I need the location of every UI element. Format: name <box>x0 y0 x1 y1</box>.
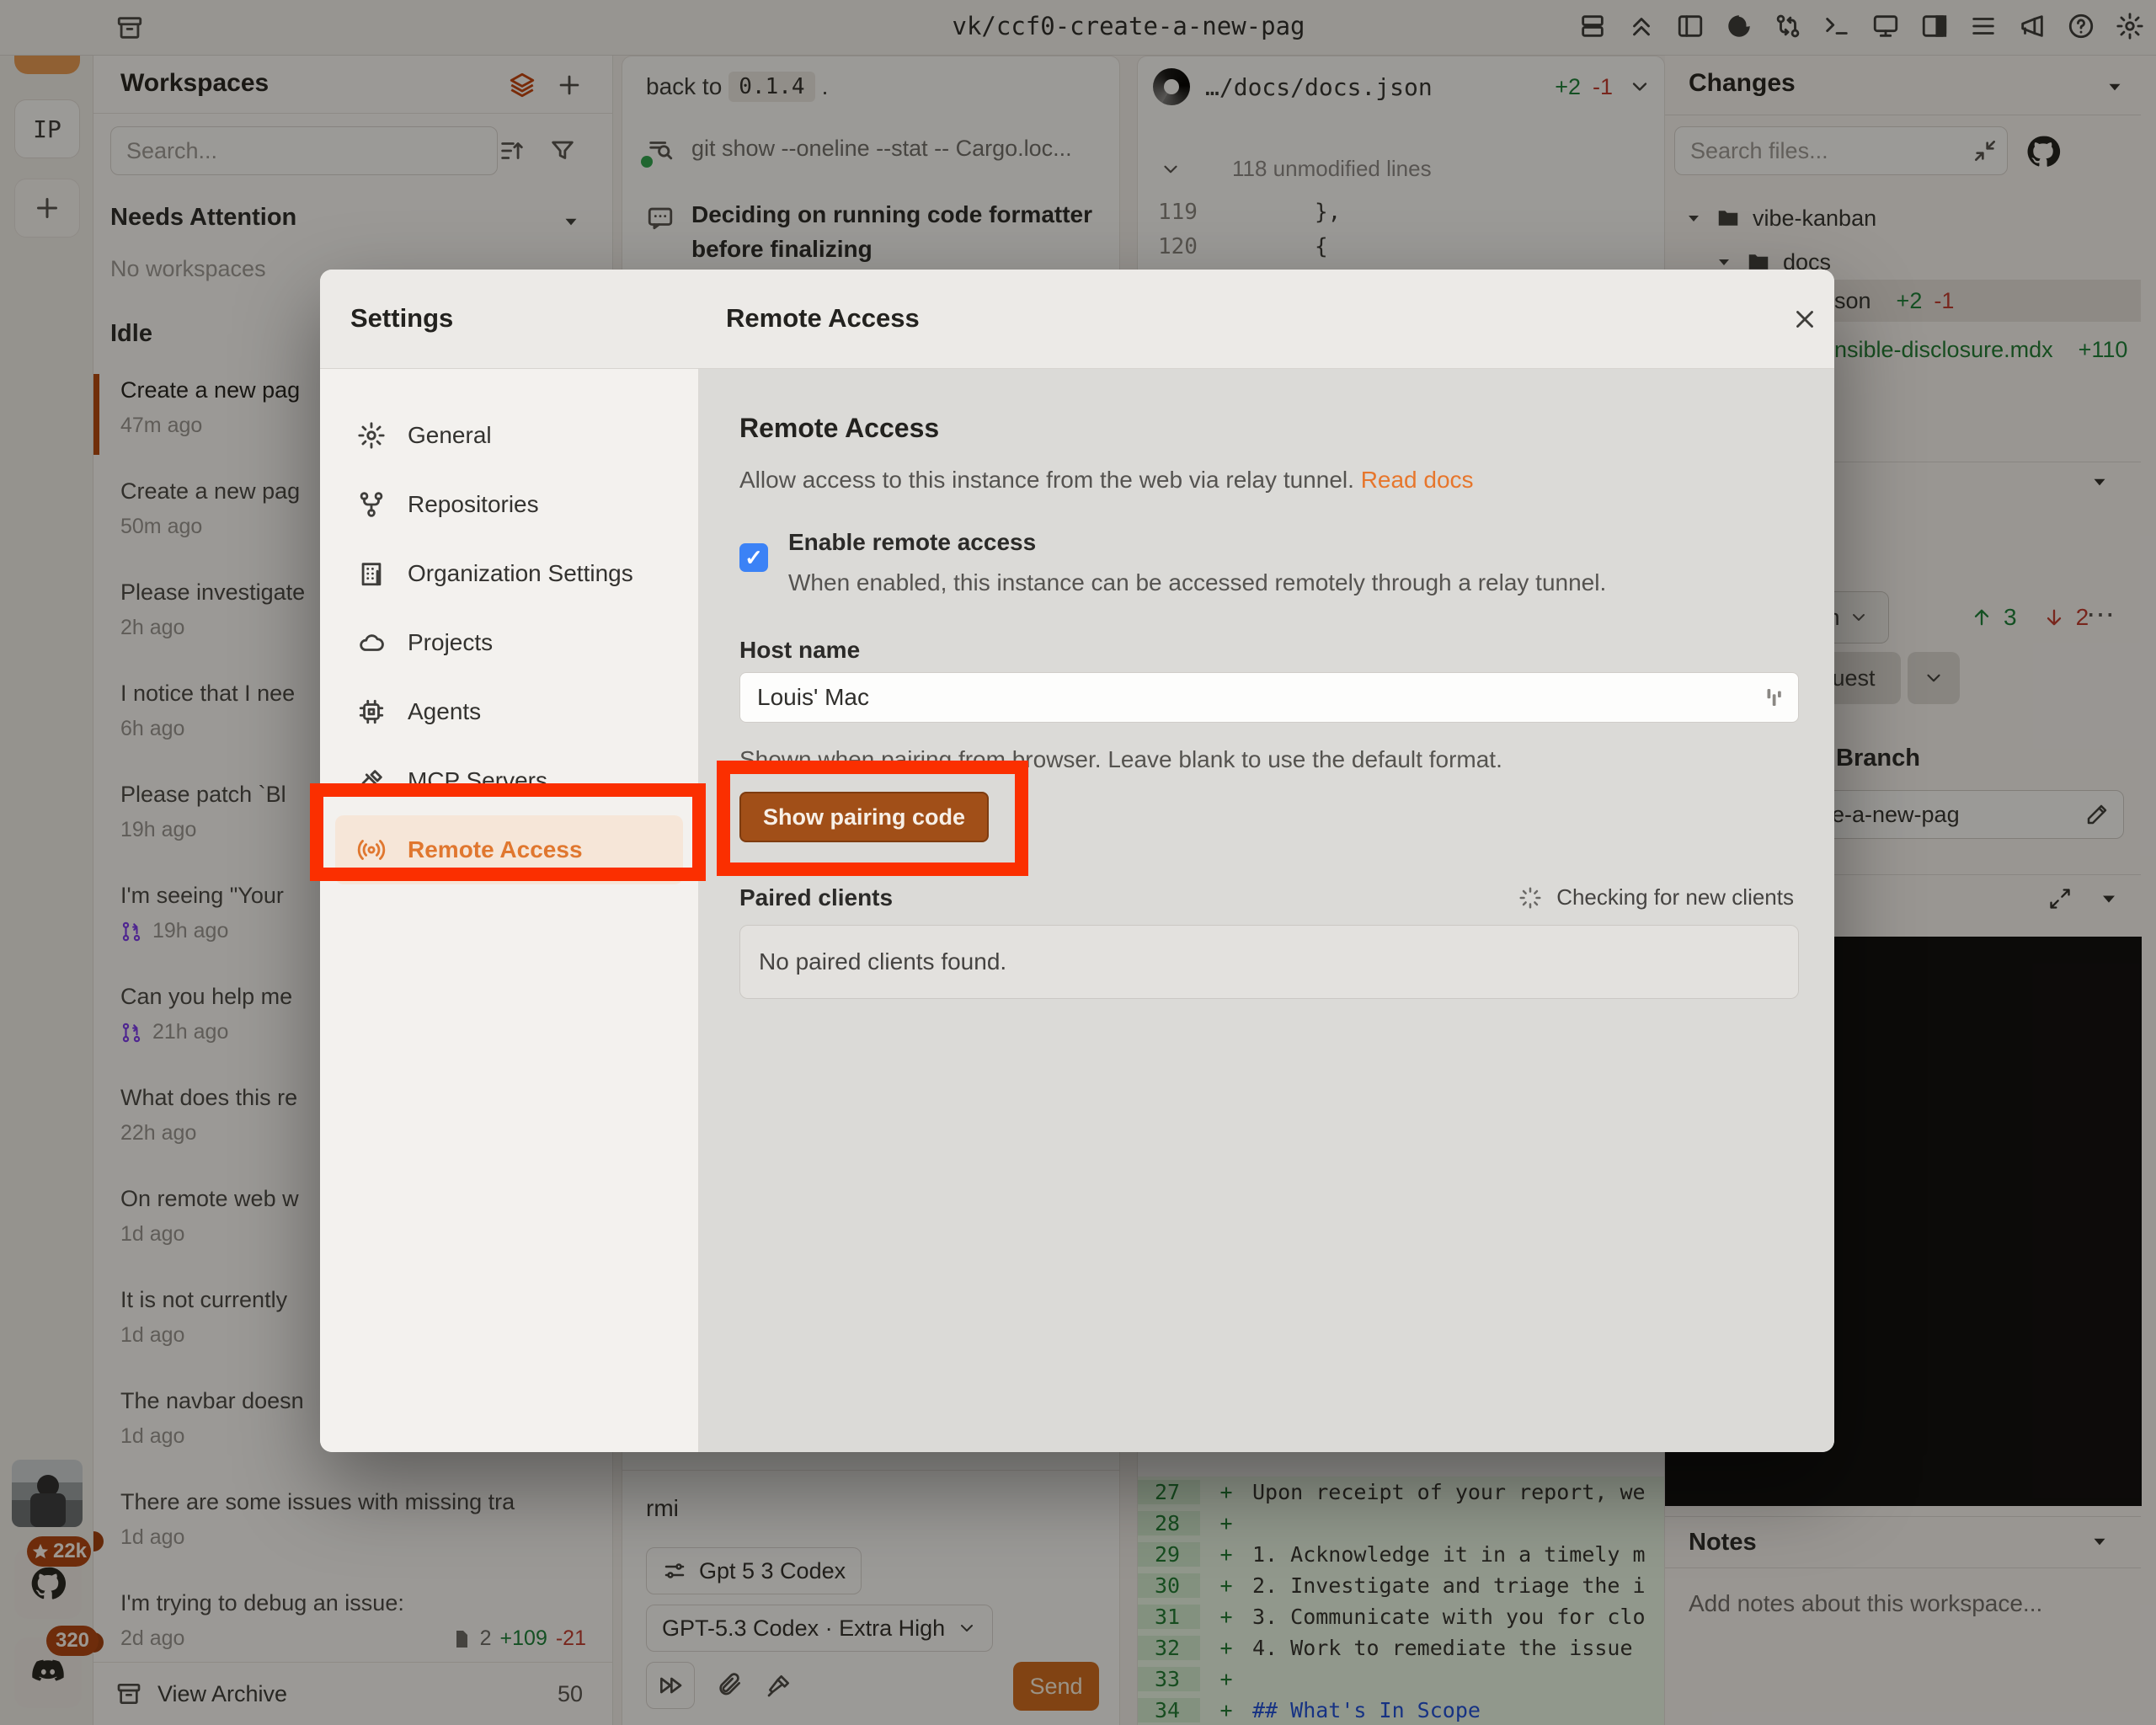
settings-title: Settings <box>350 303 453 334</box>
nav-item-label: Agents <box>408 698 481 725</box>
nav-item-icon <box>357 490 386 519</box>
section-title: Remote Access <box>739 413 939 444</box>
enable-remote-sub: When enabled, this instance can be acces… <box>788 569 1606 596</box>
host-name-field[interactable] <box>739 672 1799 723</box>
nav-item-label: Organization Settings <box>408 560 633 587</box>
section-description: Allow access to this instance from the w… <box>739 467 1474 494</box>
host-name-label: Host name <box>739 637 860 664</box>
nav-item-label: General <box>408 422 492 449</box>
annotation-remote-access <box>310 783 706 881</box>
nav-item-icon <box>357 628 386 657</box>
modal-title: Remote Access <box>726 303 920 334</box>
nav-item-icon <box>357 559 386 588</box>
remote-access-pane: Remote Access Allow access to this insta… <box>699 369 1834 1452</box>
settings-nav: General Repositories Organization Settin… <box>320 369 699 1452</box>
host-name-input[interactable] <box>740 673 1714 722</box>
app-root: vk/ccf0-create-a-new-pag IP 22k 320 Work… <box>0 0 2156 1725</box>
paired-clients-title: Paired clients <box>739 884 893 911</box>
read-docs-link[interactable]: Read docs <box>1361 467 1474 493</box>
nav-item-icon <box>357 697 386 726</box>
enable-remote-checkbox[interactable]: ✓ <box>739 543 768 572</box>
spinner-icon <box>1518 885 1543 911</box>
settings-nav-item[interactable]: General <box>335 401 683 470</box>
settings-nav-item[interactable]: Projects <box>335 608 683 677</box>
modal-header: Settings Remote Access <box>320 270 1834 369</box>
close-icon[interactable] <box>1790 305 1819 334</box>
nav-item-icon <box>357 421 386 450</box>
nav-item-label: Repositories <box>408 491 539 518</box>
paired-clients-empty: No paired clients found. <box>739 925 1799 999</box>
enable-remote-label: Enable remote access <box>788 529 1036 556</box>
settings-nav-item[interactable]: Repositories <box>335 470 683 539</box>
annotation-show-pairing-code <box>717 761 1028 876</box>
settings-nav-item[interactable]: Agents <box>335 677 683 746</box>
checking-status: Checking for new clients <box>1518 884 1794 911</box>
input-cursor-icon <box>1761 685 1786 710</box>
settings-nav-item[interactable]: Organization Settings <box>335 539 683 608</box>
nav-item-label: Projects <box>408 629 493 656</box>
